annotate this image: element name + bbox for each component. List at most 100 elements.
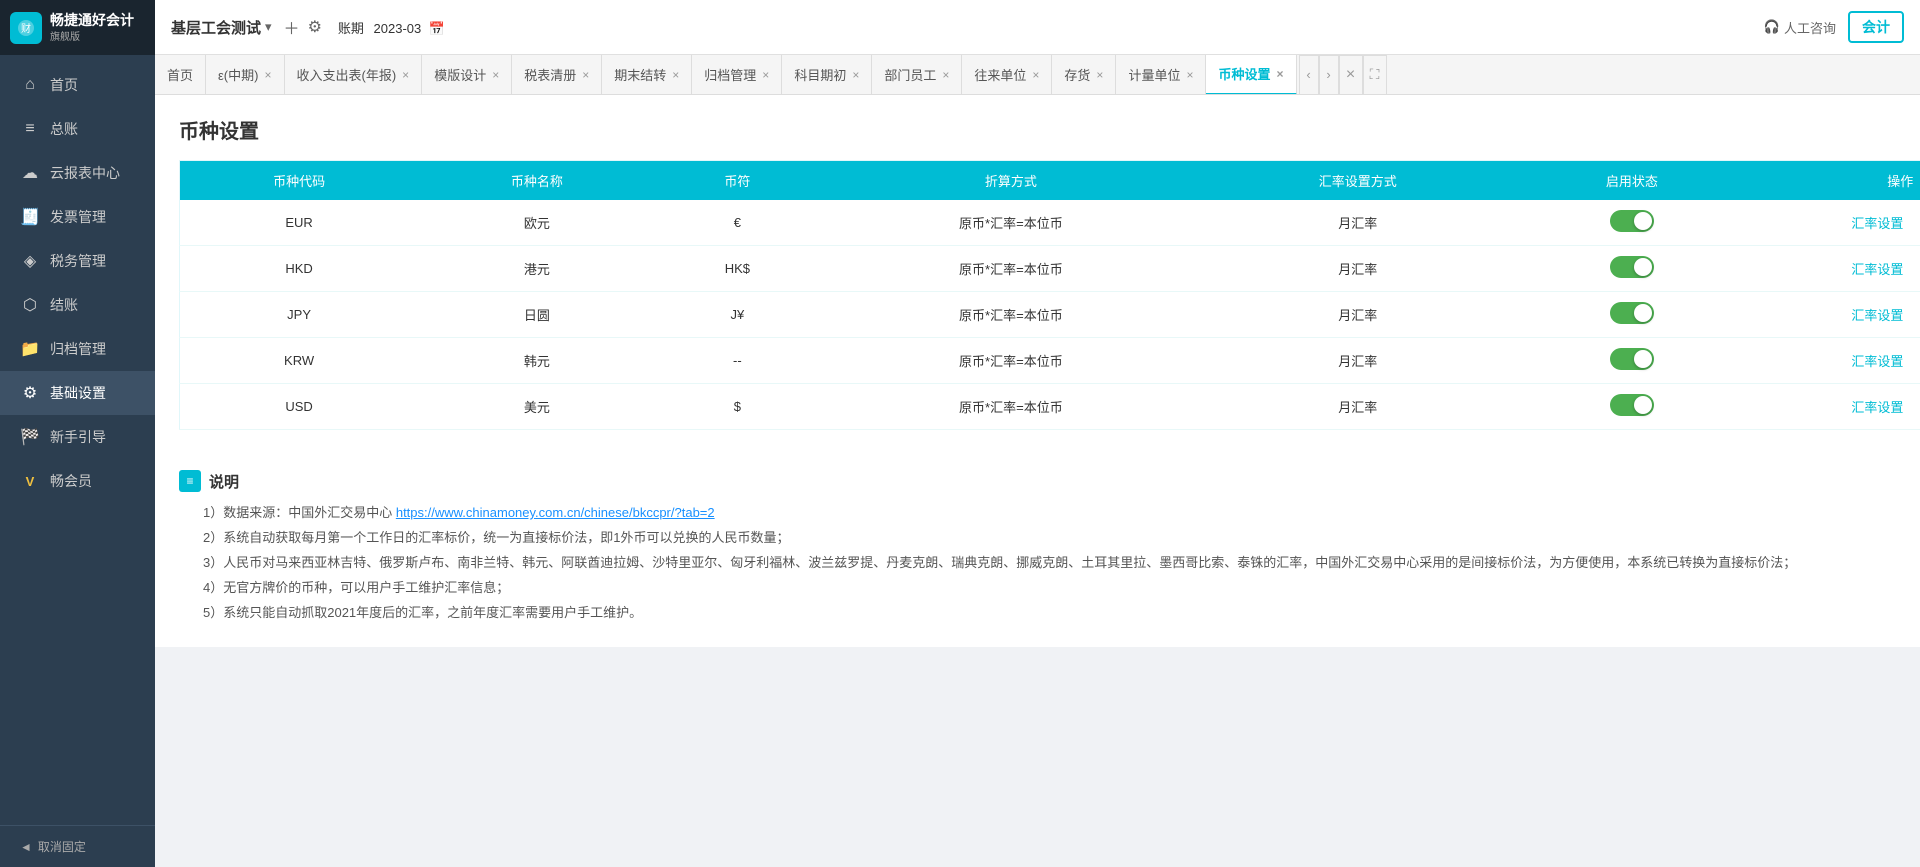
note-item-1: 1）数据来源：中国外汇交易中心 https://www.chinamoney.c… <box>199 502 1920 521</box>
tab-close-icon[interactable]: × <box>942 68 949 82</box>
tab-subjects[interactable]: 科目期初 × <box>782 55 872 95</box>
sidebar-item-archive[interactable]: 📁 归档管理 <box>0 327 155 371</box>
sidebar-item-invoice[interactable]: 🧾 发票管理 <box>0 195 155 239</box>
tab-units[interactable]: 计量单位 × <box>1116 55 1206 95</box>
tab-close-icon[interactable]: × <box>852 68 859 82</box>
collapse-label: 取消固定 <box>38 838 86 855</box>
cell-rate-type: 月汇率 <box>1202 338 1513 384</box>
tab-currency[interactable]: 币种设置 × <box>1206 55 1296 95</box>
enable-toggle[interactable] <box>1610 348 1654 370</box>
period-value: 2023-03 <box>374 21 422 36</box>
cell-conversion: 原币*汇率=本位币 <box>819 384 1202 430</box>
cell-rate-type: 月汇率 <box>1202 292 1513 338</box>
sidebar-item-label: 新手引导 <box>50 427 106 447</box>
cell-symbol: HK$ <box>655 246 819 292</box>
tab-archive[interactable]: 归档管理 × <box>692 55 782 95</box>
tab-closing[interactable]: 期末结转 × <box>602 55 692 95</box>
add-tab-button[interactable]: ＋ <box>284 15 300 39</box>
sidebar-item-guide[interactable]: 🏁 新手引导 <box>0 415 155 459</box>
tab-tax[interactable]: 税表清册 × <box>512 55 602 95</box>
project-dropdown-icon[interactable]: ▾ <box>265 19 272 35</box>
cell-rate-type: 月汇率 <box>1202 200 1513 246</box>
maximize-button[interactable]: ⛶ <box>1363 55 1387 95</box>
tabbar-nav: ‹ › × ⛶ <box>1299 55 1387 95</box>
cell-rate-type: 月汇率 <box>1202 246 1513 292</box>
sidebar-item-ledger[interactable]: ≡ 总账 <box>0 107 155 151</box>
member-icon: V <box>20 471 40 491</box>
sidebar-item-settings[interactable]: ⚙ 基础设置 <box>0 371 155 415</box>
tab-label: 收入支出表(年报) <box>297 65 397 84</box>
sidebar-item-reports[interactable]: ☁ 云报表中心 <box>0 151 155 195</box>
cell-symbol: J¥ <box>655 292 819 338</box>
rate-settings-link[interactable]: 汇率设置 <box>1851 400 1903 415</box>
cell-name: 日圆 <box>418 292 655 338</box>
enable-toggle[interactable] <box>1610 302 1654 324</box>
tab-close-icon[interactable]: × <box>1032 68 1039 82</box>
rate-settings-link[interactable]: 汇率设置 <box>1851 216 1903 231</box>
sidebar-item-tax[interactable]: ◈ 税务管理 <box>0 239 155 283</box>
tab-home[interactable]: 首页 <box>155 55 206 95</box>
tax-icon: ◈ <box>20 251 40 271</box>
sidebar-item-label: 税务管理 <box>50 251 106 271</box>
tab-inventory[interactable]: 存货 × <box>1052 55 1116 95</box>
enable-toggle[interactable] <box>1610 394 1654 416</box>
tab-close-icon[interactable]: × <box>1276 67 1283 81</box>
note-item-5: 5）系统只能自动抓取2021年度后的汇率，之前年度汇率需要用户手工维护。 <box>199 602 1920 621</box>
tab-template[interactable]: 模版设计 × <box>422 55 512 95</box>
tab-close-icon[interactable]: × <box>762 68 769 82</box>
cell-code: USD <box>180 384 419 430</box>
sidebar-item-closing[interactable]: ⬡ 结账 <box>0 283 155 327</box>
archive-icon: 📁 <box>20 339 40 359</box>
sidebar-item-member[interactable]: V 畅会员 <box>0 459 155 503</box>
reports-icon: ☁ <box>20 163 40 183</box>
tab-close-icon[interactable]: × <box>492 68 499 82</box>
tab-partners[interactable]: 往来单位 × <box>962 55 1052 95</box>
tab-departments[interactable]: 部门员工 × <box>872 55 962 95</box>
ledger-icon: ≡ <box>20 119 40 139</box>
tab-label: 币种设置 <box>1218 64 1270 83</box>
tab-close-icon[interactable]: × <box>672 68 679 82</box>
cell-symbol: € <box>655 200 819 246</box>
cell-code: EUR <box>180 200 419 246</box>
tab-accounts[interactable]: ε(中期) × <box>206 55 284 95</box>
tab-close-icon[interactable]: × <box>264 68 271 82</box>
page-title: 币种设置 <box>179 115 1920 144</box>
logo-icon: 财 <box>10 12 42 44</box>
tab-close-icon[interactable]: × <box>1096 68 1103 82</box>
tab-next-button[interactable]: › <box>1319 55 1339 95</box>
cell-status <box>1513 338 1750 384</box>
tab-income[interactable]: 收入支出表(年报) × <box>285 55 423 95</box>
main-content: 币种设置 新增币种 币种代码 币种名称 币符 折算方式 汇率设置方式 启用状态 … <box>155 95 1920 647</box>
note-item-4: 4）无官方牌价的币种，可以用户手工维护汇率信息； <box>199 577 1920 596</box>
tab-close-icon[interactable]: × <box>582 68 589 82</box>
enable-toggle[interactable] <box>1610 256 1654 278</box>
enable-toggle[interactable] <box>1610 210 1654 232</box>
notes-link[interactable]: https://www.chinamoney.com.cn/chinese/bk… <box>396 505 715 520</box>
calendar-icon[interactable]: 📅 <box>429 21 445 36</box>
tab-close-icon[interactable]: × <box>1186 68 1193 82</box>
tab-label: 税表清册 <box>524 65 576 84</box>
rate-settings-link[interactable]: 汇率设置 <box>1851 262 1903 277</box>
tab-close-icon[interactable]: × <box>402 68 409 82</box>
tab-label: ε(中期) <box>218 65 258 84</box>
table-row: USD 美元 $ 原币*汇率=本位币 月汇率 汇率设置 删除 <box>180 384 1920 430</box>
sidebar: 财 畅捷通好会计 旗舰版 ⌂ 首页 ≡ 总账 ☁ 云报表中心 🧾 发票管理 ◈ … <box>0 0 155 867</box>
settings-button[interactable]: ⚙ <box>308 17 322 37</box>
cell-code: KRW <box>180 338 419 384</box>
tabbar: 首页 ε(中期) × 收入支出表(年报) × 模版设计 × 税表清册 × 期末结… <box>155 55 1920 95</box>
tab-prev-button[interactable]: ‹ <box>1299 55 1319 95</box>
note-item-2: 2）系统自动获取每月第一个工作日的汇率标价，统一为直接标价法，即1外币可以兑换的… <box>199 527 1920 546</box>
rate-settings-link[interactable]: 汇率设置 <box>1851 354 1903 369</box>
currency-table: 币种代码 币种名称 币符 折算方式 汇率设置方式 启用状态 操作 EUR 欧元 … <box>179 160 1920 430</box>
sidebar-item-label: 云报表中心 <box>50 163 120 183</box>
collapse-sidebar-button[interactable]: ◄ 取消固定 <box>0 825 155 867</box>
close-all-tabs-button[interactable]: × <box>1339 55 1363 95</box>
header-right: 🎧 人工咨询 会计 <box>1764 11 1904 43</box>
sidebar-item-home[interactable]: ⌂ 首页 <box>0 63 155 107</box>
user-role-button[interactable]: 会计 <box>1848 11 1904 43</box>
col-symbol: 币符 <box>655 161 819 201</box>
cell-conversion: 原币*汇率=本位币 <box>819 338 1202 384</box>
closing-icon: ⬡ <box>20 295 40 315</box>
rate-settings-link[interactable]: 汇率设置 <box>1851 308 1903 323</box>
help-button[interactable]: 🎧 人工咨询 <box>1764 18 1836 37</box>
